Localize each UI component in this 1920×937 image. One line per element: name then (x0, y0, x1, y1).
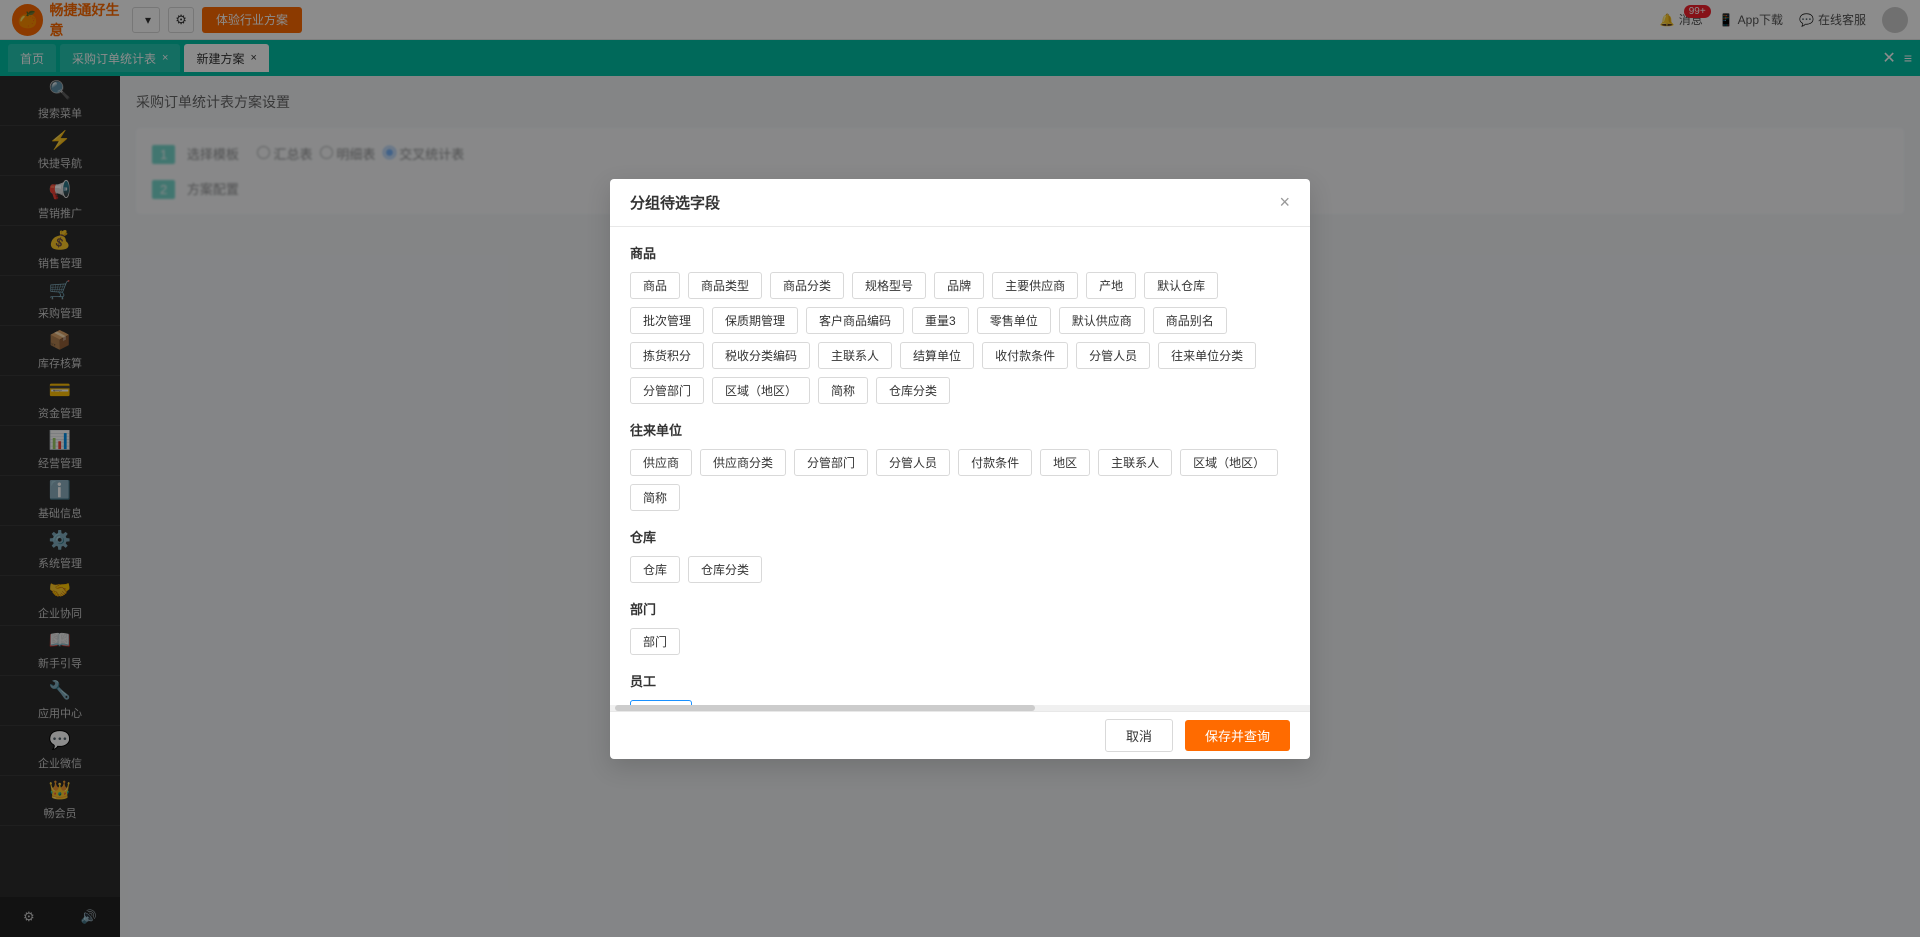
field-tag-warehouse[interactable]: 仓库 (630, 556, 680, 583)
field-tag-product-type[interactable]: 商品类型 (688, 272, 762, 299)
field-tag-department[interactable]: 部门 (630, 628, 680, 655)
field-tag-supplier[interactable]: 供应商 (630, 449, 692, 476)
field-tag-payment-term[interactable]: 收付款条件 (982, 342, 1068, 369)
section-product-fields: 商品 商品类型 商品分类 规格型号 品牌 主要供应商 产地 默认仓库 批次管理 … (630, 272, 1290, 404)
section-employee: 员工 业务员 (630, 671, 1290, 705)
section-warehouse-fields: 仓库 仓库分类 (630, 556, 1290, 583)
field-tag-counterpart-short[interactable]: 简称 (630, 484, 680, 511)
field-tag-supplier-category[interactable]: 供应商分类 (700, 449, 786, 476)
cancel-button[interactable]: 取消 (1105, 719, 1173, 752)
field-tag-product[interactable]: 商品 (630, 272, 680, 299)
field-tag-short-name[interactable]: 简称 (818, 377, 868, 404)
field-tag-district[interactable]: 地区 (1040, 449, 1090, 476)
modal-title: 分组待选字段 (630, 192, 720, 213)
field-tag-dept[interactable]: 分管部门 (630, 377, 704, 404)
field-tag-product-alias[interactable]: 商品别名 (1153, 307, 1227, 334)
save-query-button[interactable]: 保存并查询 (1185, 720, 1290, 751)
field-tag-warehouse-cat[interactable]: 仓库分类 (688, 556, 762, 583)
field-tag-retail-unit[interactable]: 零售单位 (977, 307, 1051, 334)
section-product: 商品 商品 商品类型 商品分类 规格型号 品牌 主要供应商 产地 默认仓库 批次… (630, 243, 1290, 404)
field-tag-brand[interactable]: 品牌 (934, 272, 984, 299)
field-tag-payment-cond[interactable]: 付款条件 (958, 449, 1032, 476)
modal-header: 分组待选字段 × (610, 179, 1310, 227)
modal-horizontal-scrollbar[interactable] (610, 705, 1310, 711)
section-counterpart: 往来单位 供应商 供应商分类 分管部门 分管人员 付款条件 地区 主联系人 区域… (630, 420, 1290, 511)
section-counterpart-fields: 供应商 供应商分类 分管部门 分管人员 付款条件 地区 主联系人 区域（地区） … (630, 449, 1290, 511)
section-warehouse: 仓库 仓库 仓库分类 (630, 527, 1290, 583)
field-tag-customer-code[interactable]: 客户商品编码 (806, 307, 904, 334)
field-tag-origin[interactable]: 产地 (1086, 272, 1136, 299)
modal-overlay: 分组待选字段 × 商品 商品 商品类型 商品分类 规格型号 品牌 主要供应商 产… (0, 0, 1920, 937)
modal-footer: 取消 保存并查询 (610, 711, 1310, 759)
field-tag-counterpart-manager[interactable]: 分管人员 (876, 449, 950, 476)
field-tag-counterpart-contact[interactable]: 主联系人 (1098, 449, 1172, 476)
field-tag-spec-model[interactable]: 规格型号 (852, 272, 926, 299)
section-product-title: 商品 (630, 243, 1290, 262)
section-warehouse-title: 仓库 (630, 527, 1290, 546)
field-tag-main-contact[interactable]: 主联系人 (818, 342, 892, 369)
field-tag-weight3[interactable]: 重量3 (912, 307, 969, 334)
field-tag-counterpart-region[interactable]: 区域（地区） (1180, 449, 1278, 476)
section-counterpart-title: 往来单位 (630, 420, 1290, 439)
field-tag-default-supplier[interactable]: 默认供应商 (1059, 307, 1145, 334)
field-tag-counterpart-category[interactable]: 往来单位分类 (1158, 342, 1256, 369)
modal-close-button[interactable]: × (1279, 193, 1290, 211)
section-employee-title: 员工 (630, 671, 1290, 690)
field-tag-batch-mgmt[interactable]: 批次管理 (630, 307, 704, 334)
section-department-title: 部门 (630, 599, 1290, 618)
field-tag-warehouse-category[interactable]: 仓库分类 (876, 377, 950, 404)
field-tag-manager[interactable]: 分管人员 (1076, 342, 1150, 369)
section-department: 部门 部门 (630, 599, 1290, 655)
field-tag-product-category[interactable]: 商品分类 (770, 272, 844, 299)
modal-body[interactable]: 商品 商品 商品类型 商品分类 规格型号 品牌 主要供应商 产地 默认仓库 批次… (610, 227, 1310, 705)
field-tag-pick-score[interactable]: 拣货积分 (630, 342, 704, 369)
field-tag-counterpart-dept[interactable]: 分管部门 (794, 449, 868, 476)
modal-field-select: 分组待选字段 × 商品 商品 商品类型 商品分类 规格型号 品牌 主要供应商 产… (610, 179, 1310, 759)
field-tag-expiry-mgmt[interactable]: 保质期管理 (712, 307, 798, 334)
field-tag-main-supplier[interactable]: 主要供应商 (992, 272, 1078, 299)
field-tag-tax-code[interactable]: 税收分类编码 (712, 342, 810, 369)
field-tag-region[interactable]: 区域（地区） (712, 377, 810, 404)
section-department-fields: 部门 (630, 628, 1290, 655)
field-tag-default-warehouse[interactable]: 默认仓库 (1144, 272, 1218, 299)
modal-hscroll-thumb (615, 705, 1035, 711)
field-tag-settlement-unit[interactable]: 结算单位 (900, 342, 974, 369)
